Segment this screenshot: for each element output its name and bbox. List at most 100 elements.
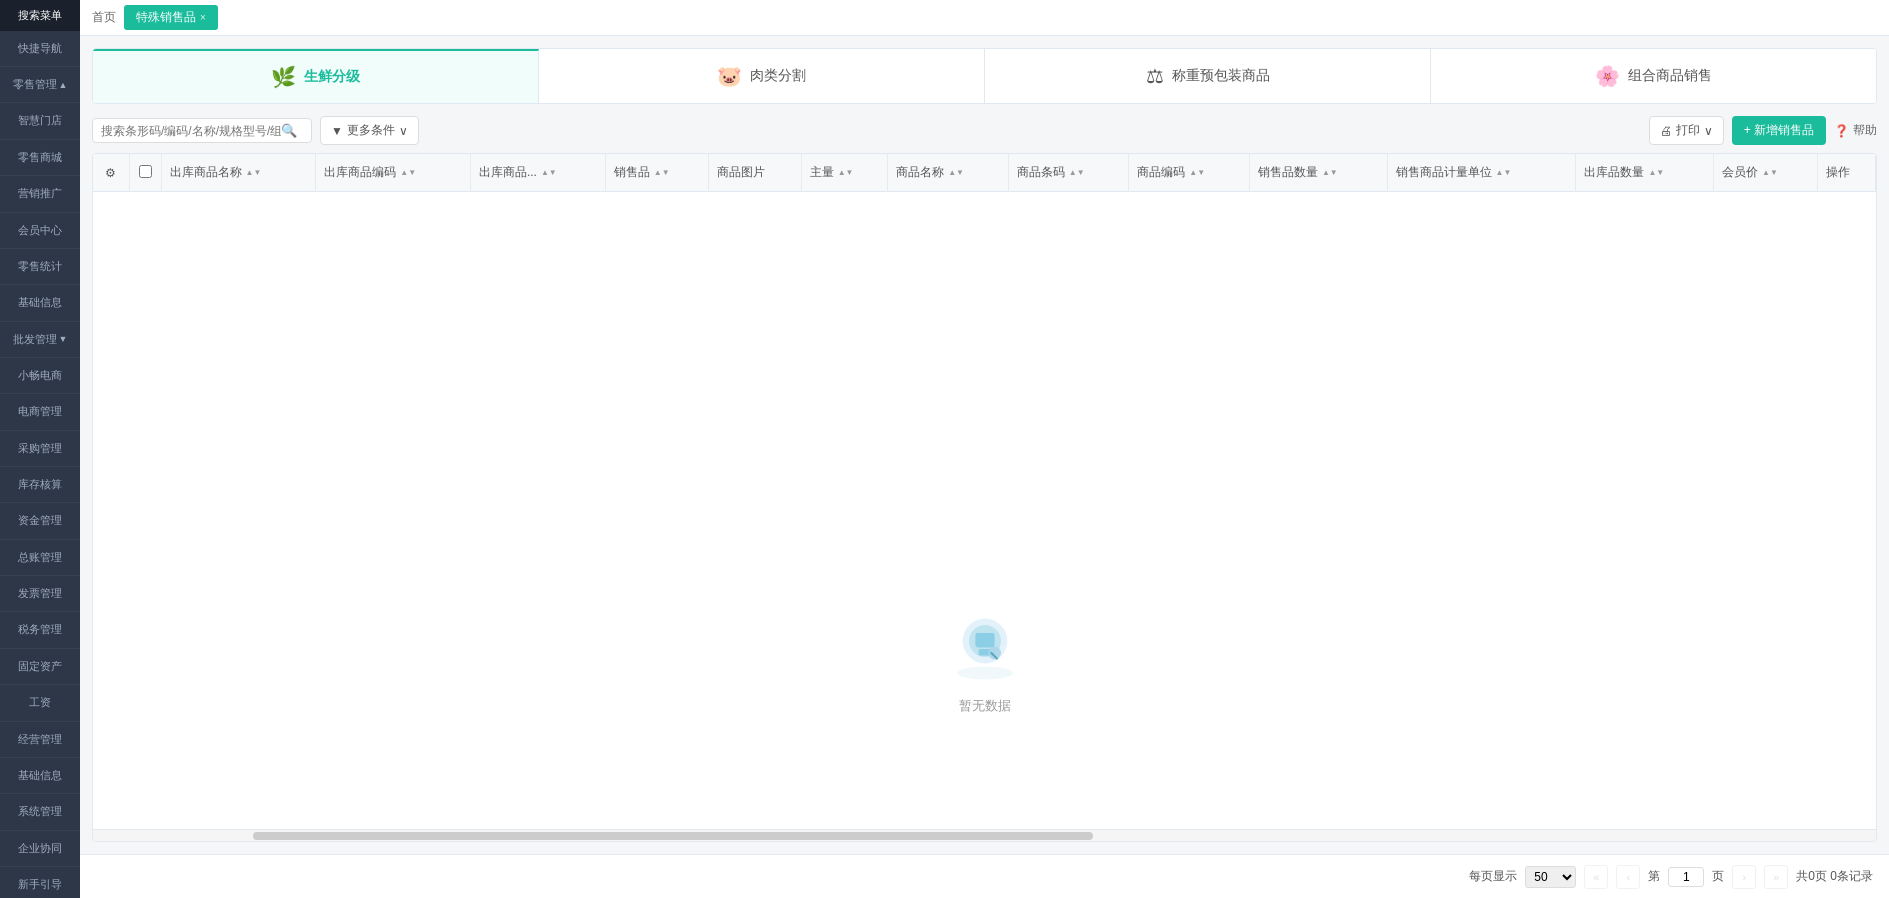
tab-fresh-grade[interactable]: 🌿 生鲜分级 xyxy=(93,49,539,103)
sidebar-item-wages[interactable]: 工资 xyxy=(0,685,80,721)
print-label: 打印 xyxy=(1676,122,1700,139)
filter-label: 更多条件 xyxy=(347,122,395,139)
add-label: + 新增销售品 xyxy=(1744,122,1814,139)
sidebar-item-quick-nav[interactable]: 快捷导航 xyxy=(0,31,80,67)
help-icon: ❓ xyxy=(1834,124,1849,138)
page-number-input[interactable] xyxy=(1668,867,1704,887)
sidebar-item-tax-mgmt[interactable]: 税务管理 xyxy=(0,612,80,648)
sidebar-item-system-mgmt[interactable]: 系统管理 xyxy=(0,794,80,830)
sidebar-item-inventory[interactable]: 库存核算 xyxy=(0,467,80,503)
sort-weight[interactable]: ▲▼ xyxy=(838,168,854,177)
tab-combo-sales[interactable]: 🌸 组合商品销售 xyxy=(1431,49,1876,103)
horizontal-scrollbar[interactable] xyxy=(93,829,1876,841)
th-out-item[interactable]: 出库商品... ▲▼ xyxy=(470,154,605,192)
sidebar-item-purchase-mgmt[interactable]: 采购管理 xyxy=(0,431,80,467)
sort-out-name[interactable]: ▲▼ xyxy=(246,168,262,177)
sort-member-price[interactable]: ▲▼ xyxy=(1762,168,1778,177)
search-box[interactable]: 🔍 xyxy=(92,118,312,143)
sort-sale-item[interactable]: ▲▼ xyxy=(654,168,670,177)
tab-close-icon[interactable]: × xyxy=(200,12,206,23)
sort-out-qty[interactable]: ▲▼ xyxy=(1648,168,1664,177)
sidebar-item-enterprise-coop[interactable]: 企业协同 xyxy=(0,831,80,867)
sort-product-code[interactable]: ▲▼ xyxy=(1189,168,1205,177)
sidebar-item-fixed-assets[interactable]: 固定资产 xyxy=(0,649,80,685)
page-size-label: 每页显示 xyxy=(1469,868,1517,885)
th-sale-unit[interactable]: 销售商品计量单位 ▲▼ xyxy=(1387,154,1576,192)
sidebar-item-new-guide[interactable]: 新手引导 xyxy=(0,867,80,898)
sort-product-name[interactable]: ▲▼ xyxy=(948,168,964,177)
sidebar-item-general-ledger[interactable]: 总账管理 xyxy=(0,540,80,576)
sidebar-item-mini-ecom[interactable]: 小畅电商 xyxy=(0,358,80,394)
print-button[interactable]: 🖨 打印 ∨ xyxy=(1649,116,1724,145)
scrollbar-thumb[interactable] xyxy=(253,832,1093,840)
svg-point-0 xyxy=(957,667,1013,680)
prev-page-icon: ‹ xyxy=(1626,871,1630,883)
search-input[interactable] xyxy=(101,124,281,138)
sidebar-item-basic-info[interactable]: 基础信息 xyxy=(0,285,80,321)
empty-state: 暂无数据 xyxy=(93,492,1876,830)
sort-sale-qty[interactable]: ▲▼ xyxy=(1322,168,1338,177)
sidebar-item-retail-stats[interactable]: 零售统计 xyxy=(0,249,80,285)
table-header-row: ⚙ 出库商品名称 ▲▼ xyxy=(93,154,1876,192)
home-link[interactable]: 首页 xyxy=(92,9,116,26)
sidebar-item-member-center[interactable]: 会员中心 xyxy=(0,213,80,249)
table-scroll[interactable]: ⚙ 出库商品名称 ▲▼ xyxy=(93,154,1876,492)
prev-page-button[interactable]: ‹ xyxy=(1616,865,1640,889)
filter-button[interactable]: ▼ 更多条件 ∨ xyxy=(320,116,419,145)
select-all-checkbox[interactable] xyxy=(139,165,152,178)
retail-mgmt-arrow: ▲ xyxy=(59,80,68,90)
sidebar-item-retail-mall[interactable]: 零售商城 xyxy=(0,140,80,176)
sidebar-item-wholesale-mgmt[interactable]: 批发管理 ▼ xyxy=(0,322,80,358)
sidebar-item-basic-info2[interactable]: 基础信息 xyxy=(0,758,80,794)
data-table: ⚙ 出库商品名称 ▲▼ xyxy=(93,154,1876,192)
search-icon[interactable]: 🔍 xyxy=(281,123,297,138)
help-button[interactable]: ❓ 帮助 xyxy=(1834,122,1877,139)
sidebar-item-operations-mgmt[interactable]: 经营管理 xyxy=(0,722,80,758)
sidebar-item-sales-promo[interactable]: 营销推广 xyxy=(0,176,80,212)
sort-barcode[interactable]: ▲▼ xyxy=(1069,168,1085,177)
empty-text: 暂无数据 xyxy=(959,697,1011,715)
th-out-qty[interactable]: 出库品数量 ▲▼ xyxy=(1576,154,1714,192)
meat-cut-label: 肉类分割 xyxy=(750,67,806,85)
add-button[interactable]: + 新增销售品 xyxy=(1732,116,1826,145)
sidebar-item-smart-store[interactable]: 智慧门店 xyxy=(0,103,80,139)
th-product-name[interactable]: 商品名称 ▲▼ xyxy=(888,154,1009,192)
toolbar-right: 🖨 打印 ∨ + 新增销售品 ❓ 帮助 xyxy=(1649,116,1877,145)
page-size-select[interactable]: 10 20 50 100 xyxy=(1525,866,1576,888)
th-out-name[interactable]: 出库商品名称 ▲▼ xyxy=(161,154,316,192)
th-product-code[interactable]: 商品编码 ▲▼ xyxy=(1129,154,1250,192)
filter-chevron-icon: ∨ xyxy=(399,124,408,138)
th-barcode[interactable]: 商品条码 ▲▼ xyxy=(1008,154,1129,192)
sidebar-item-ecom-mgmt[interactable]: 电商管理 xyxy=(0,394,80,430)
th-settings[interactable]: ⚙ xyxy=(93,154,129,192)
sidebar-search[interactable]: 搜索菜单 xyxy=(0,0,80,31)
sort-out-code[interactable]: ▲▼ xyxy=(400,168,416,177)
empty-illustration xyxy=(945,605,1025,685)
th-weight[interactable]: 主量 ▲▼ xyxy=(801,154,887,192)
sidebar-header-label: 搜索菜单 xyxy=(18,9,62,21)
pagination: 每页显示 10 20 50 100 « ‹ 第 页 › » 共0页 0条记录 xyxy=(80,854,1889,898)
print-arrow: ∨ xyxy=(1704,124,1713,138)
sort-sale-unit[interactable]: ▲▼ xyxy=(1496,168,1512,177)
th-actions: 操作 xyxy=(1817,154,1875,192)
th-member-price[interactable]: 会员价 ▲▼ xyxy=(1714,154,1818,192)
sidebar-item-capital-mgmt[interactable]: 资金管理 xyxy=(0,503,80,539)
main-area: 首页 特殊销售品 × 🌿 生鲜分级 🐷 肉类分割 ⚖ 称重预包装商品 🌸 组合商… xyxy=(80,0,1889,898)
first-page-button[interactable]: « xyxy=(1584,865,1608,889)
help-label: 帮助 xyxy=(1853,122,1877,139)
th-checkbox[interactable] xyxy=(129,154,161,192)
sidebar-item-invoice-mgmt[interactable]: 发票管理 xyxy=(0,576,80,612)
active-tab[interactable]: 特殊销售品 × xyxy=(124,5,218,30)
sidebar: 搜索菜单 快捷导航 零售管理 ▲ 智慧门店 零售商城 营销推广 会员中心 零售统… xyxy=(0,0,80,898)
tab-weight-package[interactable]: ⚖ 称重预包装商品 xyxy=(985,49,1431,103)
th-sale-item[interactable]: 销售品 ▲▼ xyxy=(605,154,709,192)
last-page-button[interactable]: » xyxy=(1764,865,1788,889)
sort-out-item[interactable]: ▲▼ xyxy=(541,168,557,177)
th-sale-qty[interactable]: 销售品数量 ▲▼ xyxy=(1249,154,1387,192)
sidebar-item-retail-mgmt[interactable]: 零售管理 ▲ xyxy=(0,67,80,103)
weight-package-icon: ⚖ xyxy=(1146,64,1164,88)
th-out-code[interactable]: 出库商品编码 ▲▼ xyxy=(316,154,471,192)
content-area: 🌿 生鲜分级 🐷 肉类分割 ⚖ 称重预包装商品 🌸 组合商品销售 🔍 xyxy=(80,36,1889,854)
tab-meat-cut[interactable]: 🐷 肉类分割 xyxy=(539,49,985,103)
next-page-button[interactable]: › xyxy=(1732,865,1756,889)
